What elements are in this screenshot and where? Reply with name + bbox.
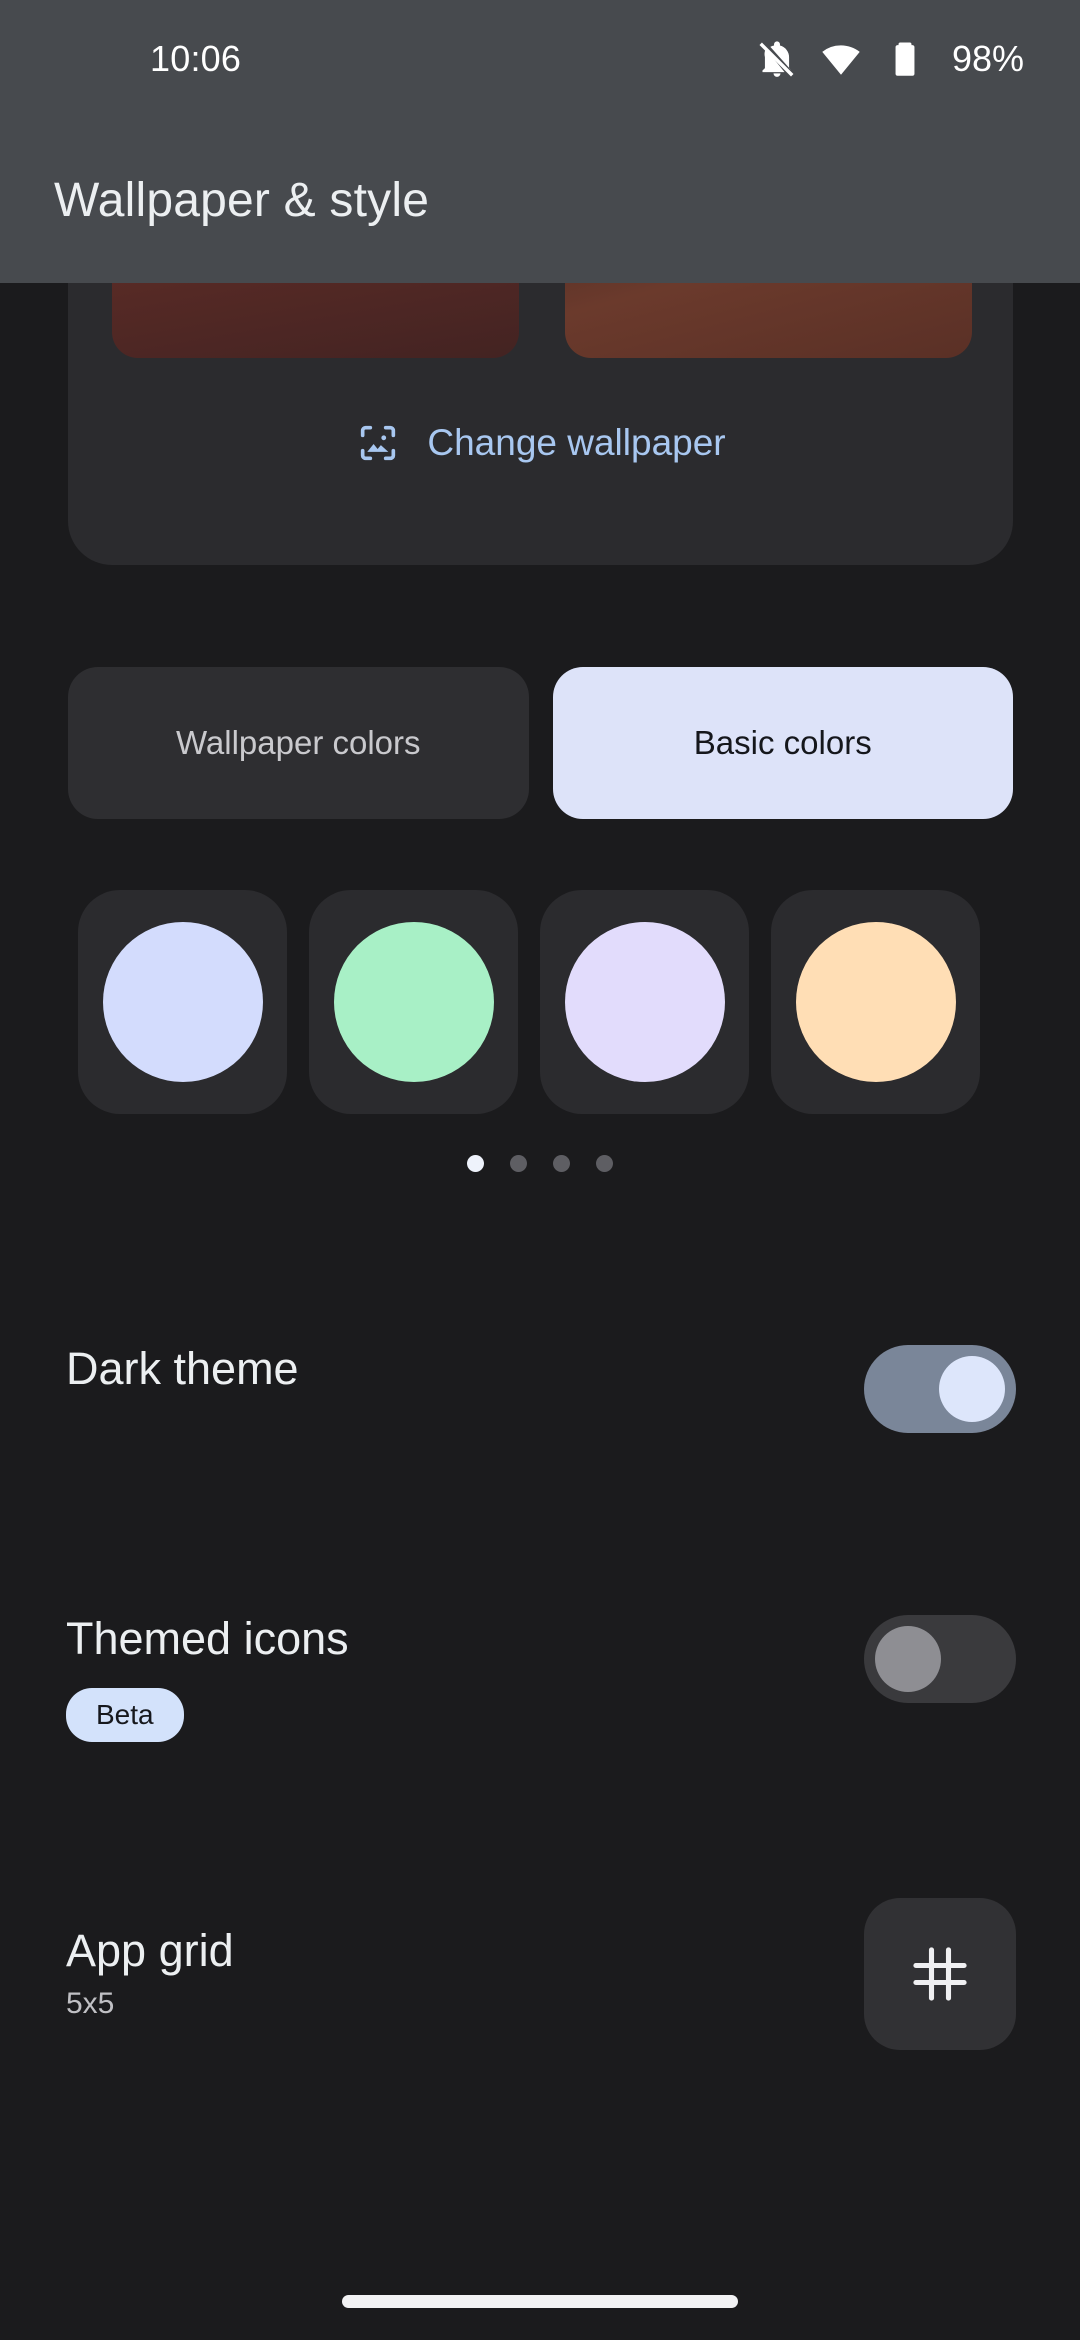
dark-theme-texts: Dark theme xyxy=(66,1343,299,1394)
change-wallpaper-label: Change wallpaper xyxy=(427,422,726,463)
pager-dot-2[interactable] xyxy=(510,1155,527,1172)
themed-icons-beta-badge: Beta xyxy=(66,1688,184,1743)
app-grid-subtitle: 5x5 xyxy=(66,1986,115,2020)
tab-wallpaper-colors[interactable]: Wallpaper colors xyxy=(68,667,529,819)
change-wallpaper-button[interactable]: Change wallpaper xyxy=(68,378,1013,508)
notifications-off-icon xyxy=(759,41,794,77)
color-swatch-periwinkle-blue[interactable] xyxy=(78,890,287,1114)
status-bar-clock: 10:06 xyxy=(150,38,242,79)
color-swatch-peach[interactable] xyxy=(771,890,980,1114)
phone-screen: Change wallpaper Wallpaper colors Basic … xyxy=(0,0,1080,2340)
tab-basic-colors[interactable]: Basic colors xyxy=(552,667,1013,819)
themed-icons-title: Themed icons xyxy=(66,1613,349,1664)
pager-dot-4[interactable] xyxy=(596,1155,613,1172)
toggle-knob xyxy=(875,1626,941,1692)
app-bar: Wallpaper & style xyxy=(0,118,1080,283)
color-swatch-light-lavender[interactable] xyxy=(540,890,749,1114)
toggle-knob xyxy=(939,1356,1005,1422)
status-bar-icons: 98% xyxy=(756,38,1024,80)
top-chrome: 10:06 98% Wallpaper & style xyxy=(0,0,1080,283)
navigation-bar xyxy=(0,2244,1080,2340)
app-grid-title: App grid xyxy=(66,1925,234,1977)
color-pager-dots xyxy=(0,1155,1080,1172)
setting-row-themed-icons[interactable]: Themed icons Beta xyxy=(0,1613,1080,1743)
swatch-dot xyxy=(795,922,956,1082)
app-grid-texts: App grid 5x5 xyxy=(66,1927,234,2020)
grid-hash-icon xyxy=(913,1947,967,2001)
swatch-dot xyxy=(564,922,725,1082)
setting-row-app-grid[interactable]: App grid 5x5 xyxy=(0,1898,1080,2050)
color-swatch-row xyxy=(78,890,1008,1114)
themed-icons-texts: Themed icons Beta xyxy=(66,1613,349,1743)
battery-percentage: 98% xyxy=(951,38,1024,79)
themed-icons-toggle[interactable] xyxy=(864,1615,1016,1703)
dark-theme-title: Dark theme xyxy=(66,1343,299,1394)
status-bar: 10:06 98% xyxy=(0,0,1080,118)
battery-icon xyxy=(895,42,915,76)
swatch-dot xyxy=(102,922,263,1082)
tab-wallpaper-colors-label: Wallpaper colors xyxy=(175,724,421,761)
app-grid-preview-card[interactable] xyxy=(864,1898,1016,2050)
wifi-icon xyxy=(822,45,860,75)
tab-basic-colors-label: Basic colors xyxy=(693,724,872,761)
pager-dot-1[interactable] xyxy=(467,1155,484,1172)
wallpaper-image-icon xyxy=(361,425,396,461)
color-swatch-mint-green[interactable] xyxy=(309,890,518,1114)
color-source-tabs: Wallpaper colors Basic colors xyxy=(68,667,1013,819)
home-gesture-pill[interactable] xyxy=(342,2295,738,2308)
dark-theme-toggle[interactable] xyxy=(864,1345,1016,1433)
settings-scroll-content[interactable]: Change wallpaper Wallpaper colors Basic … xyxy=(0,0,1080,2340)
page-title: Wallpaper & style xyxy=(54,174,430,227)
setting-row-dark-theme[interactable]: Dark theme xyxy=(0,1345,1080,1433)
swatch-dot xyxy=(333,922,494,1082)
pager-dot-3[interactable] xyxy=(553,1155,570,1172)
